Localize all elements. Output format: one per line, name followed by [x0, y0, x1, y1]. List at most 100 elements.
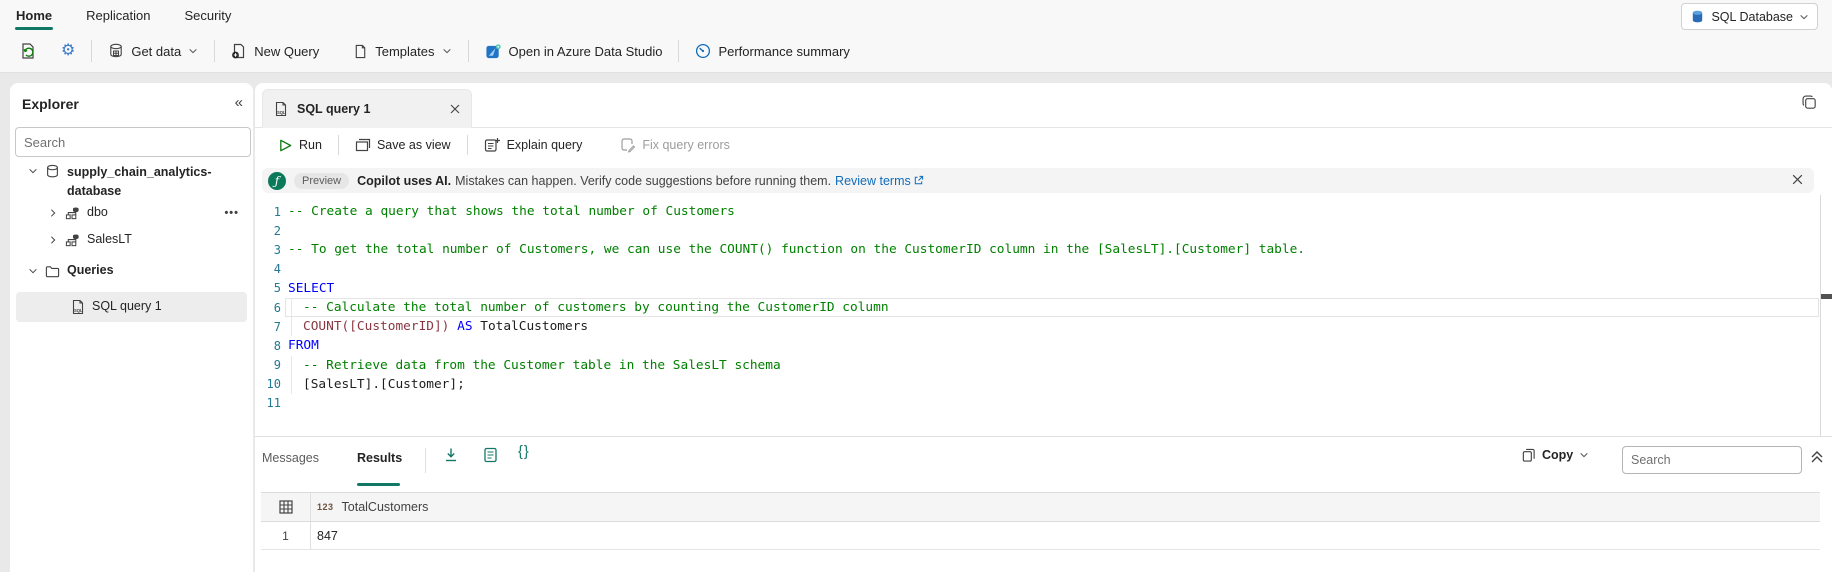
code-text: -- Retrieve data from the Customer table… [303, 358, 781, 373]
tab-results[interactable]: Results [357, 451, 402, 465]
performance-summary-label: Performance summary [718, 44, 849, 59]
gear-icon: ⚙ [61, 43, 75, 59]
code-text: SELECT [288, 281, 334, 296]
code-line-6[interactable]: 6-- Calculate the total number of custom… [255, 298, 1820, 317]
tab-strip: SQL SQL query 1 [255, 83, 1832, 128]
toolbar-divider [338, 135, 339, 155]
database-selector-button[interactable]: SQL Database [1681, 3, 1818, 30]
review-terms-link[interactable]: Review terms [835, 174, 924, 188]
code-line-3[interactable]: 3-- To get the total number of Customers… [255, 240, 1820, 259]
menu-tab-replication[interactable]: Replication [85, 6, 151, 25]
tab-sql-query-1[interactable]: SQL SQL query 1 [262, 89, 472, 128]
indent-guide [291, 375, 292, 394]
line-number: 1 [255, 205, 281, 219]
performance-summary-button[interactable]: Performance summary [691, 43, 853, 59]
run-play-icon [278, 138, 293, 153]
code-line-8[interactable]: 8FROM [255, 336, 1820, 355]
code-text: -- To get the total number of Customers,… [288, 242, 1305, 257]
code-line-9[interactable]: 9-- Retrieve data from the Customer tabl… [255, 356, 1820, 375]
code-line-2[interactable]: 2 [255, 221, 1820, 240]
performance-gauge-icon [695, 43, 711, 59]
svg-text:SQL: SQL [74, 308, 83, 313]
code-line-11[interactable]: 11 [255, 394, 1820, 413]
queries-folder-label: Queries [67, 263, 114, 277]
fix-query-errors-button[interactable]: Fix query errors [620, 137, 730, 153]
ribbon-toolbar: ⚙ Get data New Query Templates [0, 30, 1832, 73]
sql-code-editor[interactable]: 1-- Create a query that shows the total … [255, 195, 1820, 436]
download-results-icon[interactable] [443, 447, 459, 463]
tree-item-queries-folder[interactable]: Queries [10, 263, 253, 289]
chevron-down-icon [442, 46, 452, 56]
refresh-script-button[interactable] [15, 42, 41, 60]
editor-right-gutter [1820, 195, 1821, 436]
query-item-label: SQL query 1 [92, 299, 162, 313]
column-header-totalcustomers[interactable]: 123 TotalCustomers [310, 493, 1820, 521]
active-tab-underline [357, 483, 400, 486]
sql-database-icon [1690, 9, 1705, 24]
menu-tab-security[interactable]: Security [183, 6, 232, 25]
code-text: [SalesLT].[Customer]; [303, 377, 465, 392]
open-ads-button[interactable]: Open in Azure Data Studio [481, 43, 667, 60]
scrollbar-cursor-mark[interactable] [1821, 294, 1832, 299]
chevron-down-icon[interactable] [28, 166, 38, 176]
templates-file-icon [353, 44, 368, 59]
explorer-search-input[interactable] [15, 127, 251, 157]
database-selector-label: SQL Database [1711, 10, 1793, 24]
toolbar-divider [678, 40, 679, 62]
open-as-document-icon[interactable] [483, 447, 498, 463]
tree-item-schema-dbo[interactable]: dbo ••• [10, 205, 253, 229]
copy-tabs-icon[interactable] [1801, 94, 1818, 111]
run-file-icon [19, 42, 37, 60]
column-label: TotalCustomers [342, 500, 429, 514]
tab-messages[interactable]: Messages [262, 451, 319, 465]
chevron-right-icon[interactable] [48, 235, 58, 245]
new-query-button[interactable]: New Query [227, 43, 323, 59]
chevron-right-icon[interactable] [48, 208, 58, 218]
templates-button[interactable]: Templates [349, 44, 455, 59]
get-data-label: Get data [131, 44, 181, 59]
more-options-icon[interactable]: ••• [224, 207, 239, 219]
cell-totalcustomers: 847 [310, 522, 1820, 549]
tree-item-sql-query-1[interactable]: SQL SQL query 1 [16, 292, 247, 322]
results-table-header: 123 TotalCustomers [261, 492, 1820, 522]
tree-item-database[interactable]: supply_chain_analytics-database [10, 163, 253, 201]
code-line-10[interactable]: 10[SalesLT].[Customer]; [255, 375, 1820, 394]
save-as-view-icon [355, 137, 371, 153]
copilot-banner: ƒ Preview Copilot uses AI. Mistakes can … [262, 168, 1814, 193]
code-line-7[interactable]: 7COUNT([CustomerID]) AS TotalCustomers [255, 317, 1820, 336]
line-number: 6 [255, 301, 281, 315]
folder-icon [45, 264, 60, 279]
view-json-icon[interactable]: {} [518, 444, 530, 460]
app-window: Home Replication Security SQL Database ⚙ [0, 0, 1832, 572]
main-panel: SQL SQL query 1 Run [255, 83, 1832, 572]
toolbar-divider [467, 135, 468, 155]
banner-bold-text: Copilot uses AI. [357, 174, 451, 188]
sql-file-icon: SQL [70, 299, 86, 315]
results-search-input[interactable] [1622, 446, 1802, 474]
close-tab-icon[interactable] [449, 103, 461, 115]
select-all-cell[interactable] [261, 493, 310, 521]
settings-button[interactable]: ⚙ [57, 43, 79, 59]
run-button[interactable]: Run [278, 138, 322, 153]
collapse-results-icon[interactable] [1809, 449, 1825, 465]
tree-item-schema-saleslt[interactable]: SalesLT [10, 232, 253, 256]
get-data-button[interactable]: Get data [104, 43, 202, 59]
collapse-explorer-icon[interactable]: « [235, 94, 243, 111]
menu-tab-home[interactable]: Home [15, 6, 53, 25]
query-toolbar: Run Save as view Explain query [278, 128, 730, 162]
code-line-4[interactable]: 4 [255, 260, 1820, 279]
code-line-1[interactable]: 1-- Create a query that shows the total … [255, 202, 1820, 221]
copy-results-button[interactable]: Copy [1521, 447, 1589, 463]
close-banner-icon[interactable] [1791, 173, 1804, 186]
code-line-5[interactable]: 5SELECT [255, 279, 1820, 298]
explain-query-button[interactable]: Explain query [484, 137, 583, 153]
table-row[interactable]: 1 847 [261, 522, 1820, 550]
chevron-down-icon [188, 46, 198, 56]
chevron-down-icon[interactable] [28, 266, 38, 276]
schema-name: SalesLT [87, 232, 132, 246]
menubar: Home Replication Security SQL Database [0, 0, 1832, 30]
database-icon [45, 164, 60, 179]
save-as-view-button[interactable]: Save as view [355, 137, 451, 153]
explain-query-icon [484, 137, 501, 153]
line-number: 4 [255, 262, 281, 276]
